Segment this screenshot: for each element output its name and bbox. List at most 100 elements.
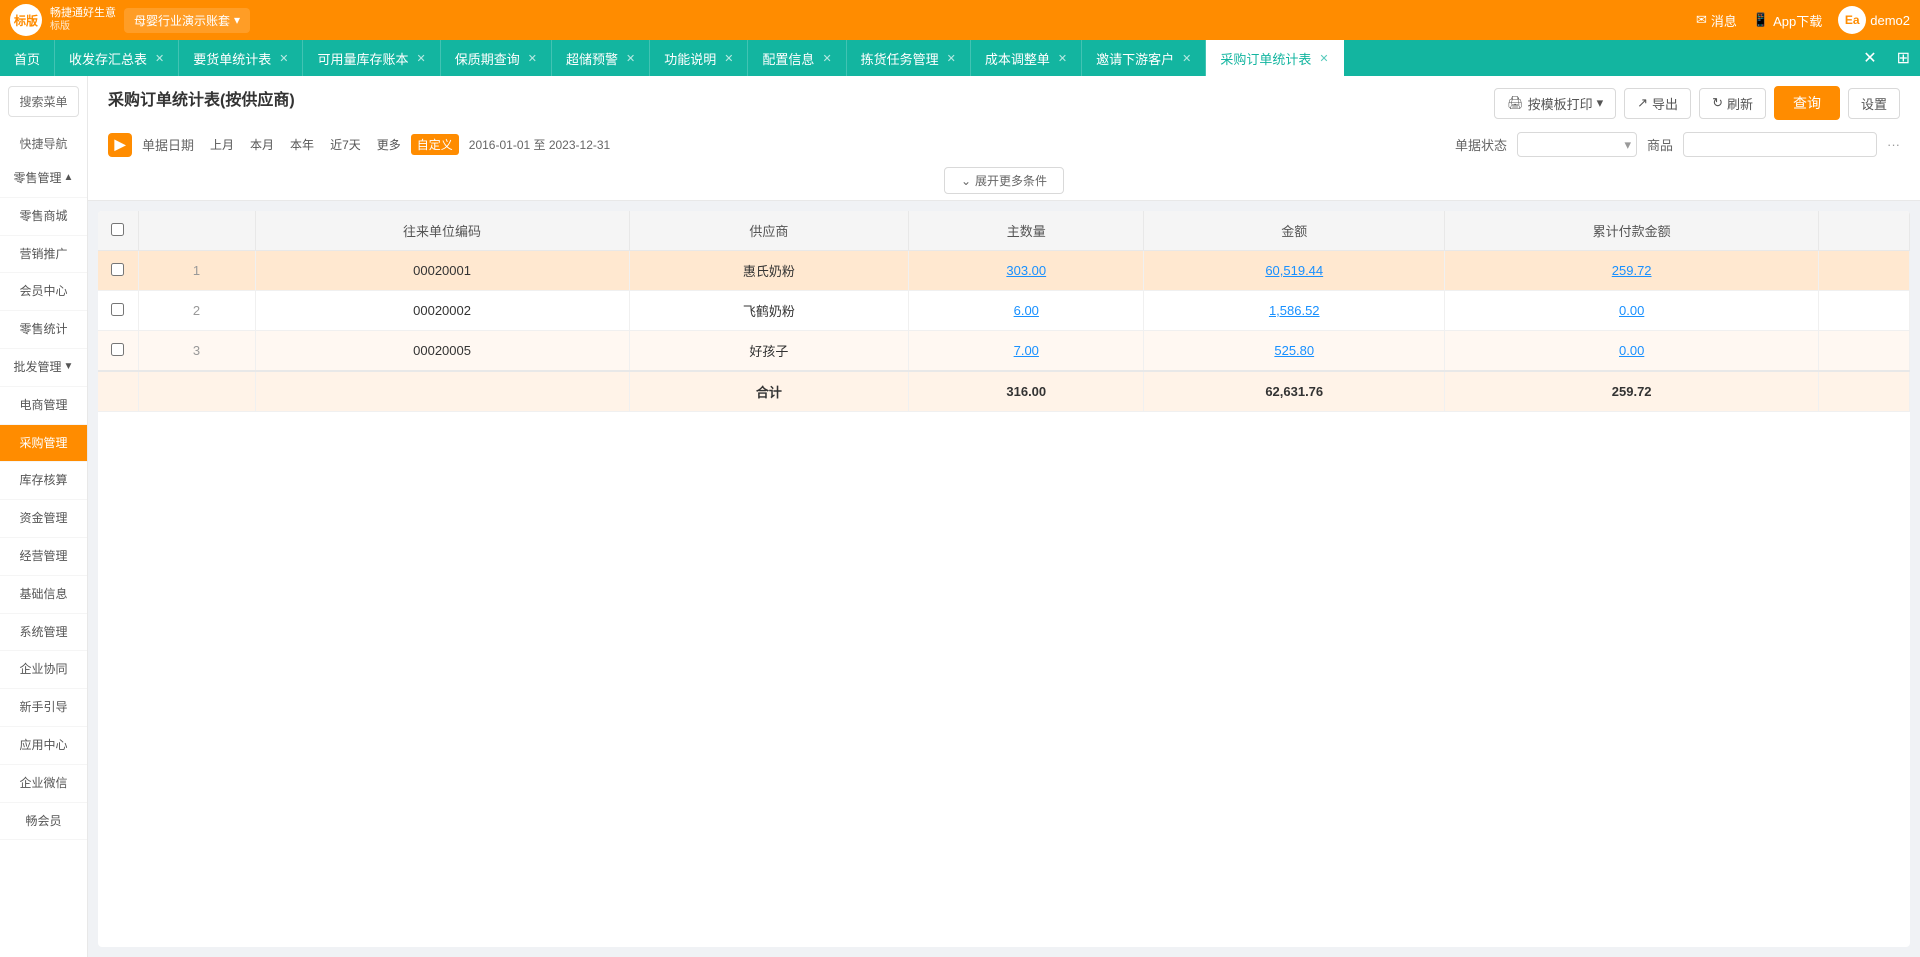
sidebar-item-purchase[interactable]: 采购管理 bbox=[0, 425, 87, 463]
tab-close-icon[interactable]: ✕ bbox=[626, 52, 635, 65]
tab-close-icon[interactable]: ✕ bbox=[822, 52, 831, 65]
td-code: 00020001 bbox=[255, 251, 629, 291]
sidebar-item-ecommerce[interactable]: 电商管理 bbox=[0, 387, 87, 425]
search-menu-button[interactable]: 搜索菜单 bbox=[8, 86, 79, 117]
sidebar-item-marketing[interactable]: 营销推广 bbox=[0, 236, 87, 274]
td-supplier: 好孩子 bbox=[629, 331, 909, 372]
shortcut-last-month[interactable]: 上月 bbox=[204, 134, 240, 155]
sidebar-item-retail-shop[interactable]: 零售商城 bbox=[0, 198, 87, 236]
tab-chaochuyujing[interactable]: 超储预警 ✕ bbox=[552, 40, 650, 76]
sidebar-item-operations[interactable]: 经营管理 bbox=[0, 538, 87, 576]
tab-pinhuo[interactable]: 拣货任务管理 ✕ bbox=[847, 40, 971, 76]
row-checkbox[interactable] bbox=[111, 263, 124, 276]
table-body: 1 00020001 惠氏奶粉 303.00 60,519.44 259.72 … bbox=[98, 251, 1910, 372]
shortcut-this-month[interactable]: 本月 bbox=[244, 134, 280, 155]
td-qty[interactable]: 6.00 bbox=[909, 291, 1144, 331]
logo-icon: 标版 bbox=[10, 4, 42, 36]
quick-nav-button[interactable]: 快捷导航 bbox=[0, 127, 87, 160]
tab-close-icon[interactable]: ✕ bbox=[528, 52, 537, 65]
td-qty[interactable]: 7.00 bbox=[909, 331, 1144, 372]
status-label: 单据状态 bbox=[1455, 135, 1507, 154]
tab-caigou[interactable]: 采购订单统计表 ✕ bbox=[1206, 40, 1343, 76]
user-action[interactable]: Ea demo2 bbox=[1838, 6, 1910, 34]
message-icon: ✉ bbox=[1696, 12, 1707, 28]
more-options-icon[interactable]: ··· bbox=[1887, 137, 1900, 152]
main-layout: 搜索菜单 快捷导航 零售管理 ▲ 零售商城 营销推广 会员中心 零售统计 批发管… bbox=[0, 76, 1920, 957]
tab-close-icon[interactable]: ✕ bbox=[1182, 52, 1191, 65]
sidebar-item-wechat[interactable]: 企业微信 bbox=[0, 765, 87, 803]
sidebar-item-enterprise[interactable]: 企业协同 bbox=[0, 651, 87, 689]
page-header-section: 采购订单统计表(按供应商) 🖨 按模板打印 ▾ ↗ 导出 ↻ bbox=[88, 76, 1920, 201]
sidebar-item-retail-stats[interactable]: 零售统计 bbox=[0, 311, 87, 349]
export-button[interactable]: ↗ 导出 bbox=[1624, 88, 1691, 119]
sidebar-item-member2[interactable]: 畅会员 bbox=[0, 803, 87, 841]
data-table: 往来单位编码 供应商 主数量 金额 累计付款金额 1 00020001 bbox=[98, 211, 1910, 412]
tab-home[interactable]: 首页 bbox=[0, 40, 55, 76]
sidebar-item-appcenter[interactable]: 应用中心 bbox=[0, 727, 87, 765]
table-row: 3 00020005 好孩子 7.00 525.80 0.00 bbox=[98, 331, 1910, 372]
shortcut-7days[interactable]: 近7天 bbox=[324, 134, 367, 155]
tab-close-icon[interactable]: ✕ bbox=[155, 52, 164, 65]
tab-shoufafa[interactable]: 收发存汇总表 ✕ bbox=[55, 40, 179, 76]
row-checkbox[interactable] bbox=[111, 303, 124, 316]
row-checkbox[interactable] bbox=[111, 343, 124, 356]
workspace-selector[interactable]: 母婴行业演示账套 ▾ bbox=[124, 8, 250, 33]
tab-close-icon[interactable]: ✕ bbox=[724, 52, 733, 65]
message-action[interactable]: ✉ 消息 bbox=[1696, 11, 1737, 30]
tab-close-all-icon[interactable]: ✕ bbox=[1853, 48, 1886, 68]
sidebar-item-finance[interactable]: 资金管理 bbox=[0, 500, 87, 538]
td-amount[interactable]: 60,519.44 bbox=[1144, 251, 1445, 291]
tab-maximize-icon[interactable]: ⊞ bbox=[1887, 48, 1920, 68]
td-code: 00020002 bbox=[255, 291, 629, 331]
tab-chengben[interactable]: 成本调整单 ✕ bbox=[971, 40, 1082, 76]
tab-peizhi[interactable]: 配置信息 ✕ bbox=[748, 40, 846, 76]
table-row: 2 00020002 飞鹤奶粉 6.00 1,586.52 0.00 bbox=[98, 291, 1910, 331]
th-seq bbox=[138, 211, 255, 251]
th-supplier: 供应商 bbox=[629, 211, 909, 251]
tab-yaohuo[interactable]: 要货单统计表 ✕ bbox=[179, 40, 303, 76]
td-paid[interactable]: 0.00 bbox=[1445, 291, 1819, 331]
shortcut-custom[interactable]: 自定义 bbox=[411, 134, 459, 155]
filter-toggle-button[interactable]: ▶ bbox=[108, 133, 132, 157]
tab-close-icon[interactable]: ✕ bbox=[279, 52, 288, 65]
logo-text: 畅捷通好生意 标版 bbox=[50, 7, 116, 32]
tab-close-icon[interactable]: ✕ bbox=[1058, 52, 1067, 65]
td-qty[interactable]: 303.00 bbox=[909, 251, 1144, 291]
tab-close-icon[interactable]: ✕ bbox=[947, 52, 956, 65]
sidebar-item-member[interactable]: 会员中心 bbox=[0, 273, 87, 311]
select-all-checkbox[interactable] bbox=[111, 223, 124, 236]
chevron-down-icon: ▾ bbox=[234, 13, 240, 27]
chevron-down-icon: ⌄ bbox=[961, 174, 971, 188]
sidebar-item-batch[interactable]: 批发管理 ▼ bbox=[0, 349, 87, 387]
tab-keyongliang[interactable]: 可用量库存账本 ✕ bbox=[303, 40, 440, 76]
print-button[interactable]: 🖨 按模板打印 ▾ bbox=[1494, 88, 1616, 119]
sidebar-item-inventory[interactable]: 库存核算 bbox=[0, 462, 87, 500]
td-paid[interactable]: 0.00 bbox=[1445, 331, 1819, 372]
query-button[interactable]: 查询 bbox=[1774, 86, 1840, 120]
sidebar-item-retail[interactable]: 零售管理 ▲ bbox=[0, 160, 87, 198]
td-spacer bbox=[1819, 331, 1910, 372]
tab-baozhi[interactable]: 保质期查询 ✕ bbox=[441, 40, 552, 76]
tab-close-icon[interactable]: ✕ bbox=[417, 52, 426, 65]
th-amount: 金额 bbox=[1144, 211, 1445, 251]
tab-close-icon[interactable]: ✕ bbox=[1319, 52, 1328, 65]
sidebar-item-newguide[interactable]: 新手引导 bbox=[0, 689, 87, 727]
expand-more-button[interactable]: ⌄ 展开更多条件 bbox=[944, 167, 1064, 194]
tab-yaoqing[interactable]: 邀请下游客户 ✕ bbox=[1082, 40, 1206, 76]
td-paid[interactable]: 259.72 bbox=[1445, 251, 1819, 291]
shortcut-more[interactable]: 更多 bbox=[371, 134, 407, 155]
sidebar-item-basic[interactable]: 基础信息 bbox=[0, 576, 87, 614]
tab-gongneng[interactable]: 功能说明 ✕ bbox=[650, 40, 748, 76]
td-amount[interactable]: 525.80 bbox=[1144, 331, 1445, 372]
goods-input[interactable] bbox=[1683, 132, 1877, 157]
app-download-action[interactable]: 📱 App下载 bbox=[1753, 11, 1822, 30]
sidebar-item-system[interactable]: 系统管理 bbox=[0, 614, 87, 652]
shortcut-this-year[interactable]: 本年 bbox=[284, 134, 320, 155]
sidebar: 搜索菜单 快捷导航 零售管理 ▲ 零售商城 营销推广 会员中心 零售统计 批发管… bbox=[0, 76, 88, 957]
th-paid: 累计付款金额 bbox=[1445, 211, 1819, 251]
td-amount[interactable]: 1,586.52 bbox=[1144, 291, 1445, 331]
settings-button[interactable]: 设置 bbox=[1848, 88, 1900, 119]
refresh-button[interactable]: ↻ 刷新 bbox=[1699, 88, 1766, 119]
content-wrapper: 采购订单统计表(按供应商) 🖨 按模板打印 ▾ ↗ 导出 ↻ bbox=[88, 76, 1920, 957]
status-select[interactable] bbox=[1517, 132, 1637, 157]
